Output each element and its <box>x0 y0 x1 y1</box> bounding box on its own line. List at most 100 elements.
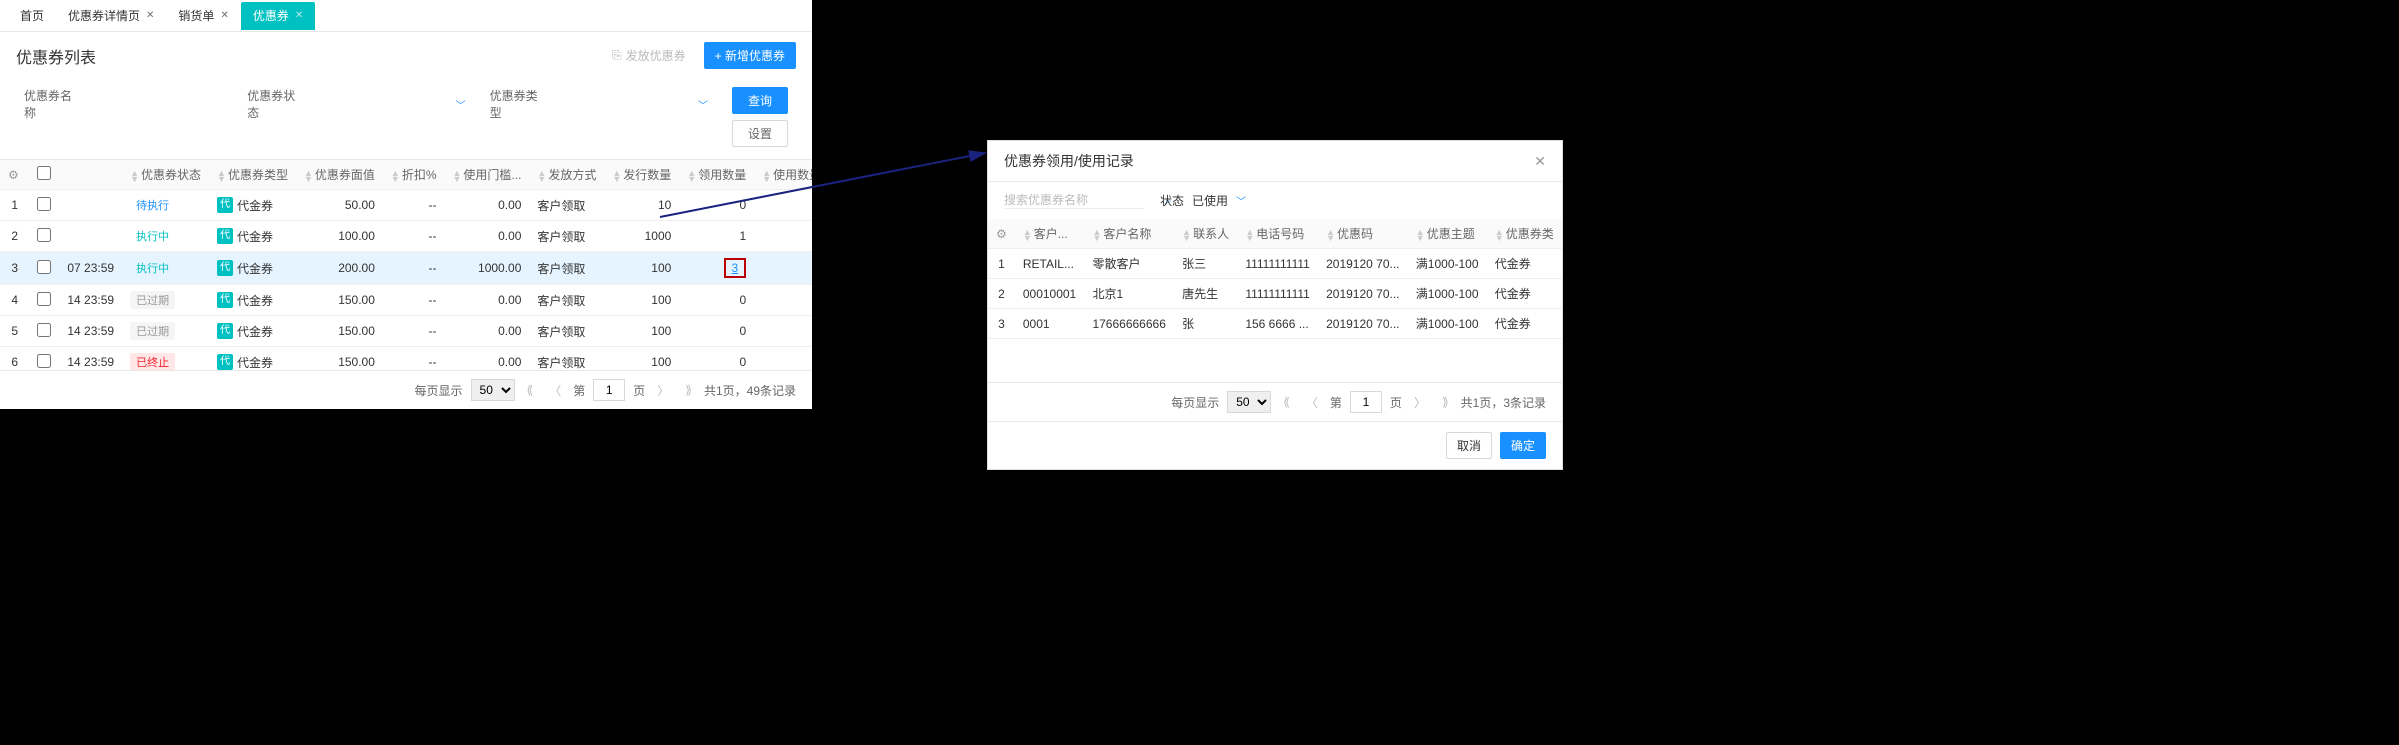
tab[interactable]: 优惠券 ✕ <box>241 2 315 30</box>
row-checkbox[interactable] <box>37 354 51 368</box>
coupon-type: 代代金券 <box>217 228 273 245</box>
filter-type-label: 优惠券类型 <box>490 87 547 121</box>
row-checkbox[interactable] <box>37 197 51 211</box>
modal-page-input[interactable] <box>1350 391 1382 413</box>
column-header[interactable]: ▲▼折扣% <box>383 160 445 190</box>
next-page-icon[interactable]: 〉 <box>1410 394 1430 411</box>
table-row[interactable]: 6 14 23:59 已终止 代代金券 150.00 -- 0.00 客户领取 … <box>0 347 812 371</box>
row-checkbox[interactable] <box>37 228 51 242</box>
last-page-icon[interactable]: ⟫ <box>1438 395 1453 409</box>
column-header[interactable]: ▲▼优惠主题 <box>1408 219 1487 249</box>
column-header[interactable]: ▲▼优惠券状态 <box>122 160 209 190</box>
coupon-list-panel: 首页优惠券详情页✕销货单✕优惠券✕ 优惠券列表 ⎘ 发放优惠券 + 新增优惠券 … <box>0 0 812 409</box>
coupon-type: 代代金券 <box>217 354 273 370</box>
prev-page-icon[interactable]: 〈 <box>545 382 565 399</box>
confirm-button[interactable]: 确定 <box>1500 432 1546 459</box>
usage-table: ⚙ ▲▼客户...▲▼客户名称▲▼联系人▲▼电话号码▲▼优惠码▲▼优惠主题▲▼优惠… <box>988 219 1562 339</box>
column-header[interactable] <box>59 160 122 190</box>
table-row[interactable]: 4 14 23:59 已过期 代代金券 150.00 -- 0.00 客户领取 … <box>0 285 812 316</box>
coupon-type: 代代金券 <box>217 197 273 214</box>
filters: 优惠券名称 优惠券状态 ﹀ 优惠券类型 ﹀ 查询 设置 <box>0 79 812 159</box>
status-badge: 已过期 <box>130 322 175 340</box>
prev-page-icon[interactable]: 〈 <box>1302 394 1322 411</box>
coupon-type: 代代金券 <box>217 292 273 309</box>
page-input[interactable] <box>593 379 625 401</box>
modal-search-box[interactable]: ⌕ <box>1004 193 1144 209</box>
chevron-down-icon: ﹀ <box>456 97 466 112</box>
coupon-table-wrap[interactable]: ⚙ ▲▼优惠券状态▲▼优惠券类型▲▼优惠券面值▲▼折扣%▲▼使用门槛...▲▼发放… <box>0 159 812 370</box>
usage-record-modal: 优惠券领用/使用记录 ✕ ⌕ 状态 已使用 ﹀ ⚙▲▼客户...▲▼客户名称▲▼… <box>987 140 1563 470</box>
modal-status-select[interactable]: 状态 已使用 ﹀ <box>1160 192 1246 209</box>
voucher-icon: 代 <box>217 292 233 308</box>
gear-icon[interactable]: ⚙ <box>8 168 19 182</box>
coupon-table: ⚙ ▲▼优惠券状态▲▼优惠券类型▲▼优惠券面值▲▼折扣%▲▼使用门槛...▲▼发放… <box>0 160 812 370</box>
tab[interactable]: 首页 <box>8 2 56 30</box>
column-header[interactable]: ⚙ <box>0 160 29 190</box>
column-header[interactable]: ▲▼联系人 <box>1174 219 1237 249</box>
column-header[interactable]: ▲▼使用数量 <box>754 160 812 190</box>
tab-label: 优惠券 <box>253 7 289 24</box>
table-row[interactable]: 1 RETAIL... 零散客户 张三 11111111111 2019120 … <box>988 249 1562 279</box>
voucher-icon: 代 <box>217 228 233 244</box>
search-button[interactable]: 查询 <box>732 87 788 114</box>
row-checkbox[interactable] <box>37 323 51 337</box>
tab-label: 首页 <box>20 7 44 24</box>
status-badge: 已过期 <box>130 291 175 309</box>
status-badge: 待执行 <box>130 196 175 214</box>
column-header[interactable]: ▲▼使用门槛... <box>444 160 529 190</box>
column-header[interactable] <box>29 160 59 190</box>
pager-summary: 共1页，49条记录 <box>704 382 796 399</box>
table-row[interactable]: 2 00010001 北京1 唐先生 11111111111 2019120 7… <box>988 279 1562 309</box>
column-header[interactable]: ▲▼客户名称 <box>1084 219 1174 249</box>
status-badge: 执行中 <box>130 259 175 277</box>
close-icon[interactable]: ✕ <box>295 10 303 21</box>
modal-search-input[interactable] <box>1004 193 1159 207</box>
table-row[interactable]: 3 07 23:59 执行中 代代金券 200.00 -- 1000.00 客户… <box>0 252 812 285</box>
gift-icon: ⎘ <box>612 48 622 63</box>
close-icon[interactable]: ✕ <box>220 10 228 21</box>
coupon-name-input[interactable] <box>83 92 223 116</box>
table-row[interactable]: 1 待执行 代代金券 50.00 -- 0.00 客户领取 10 0 0 ↗▦ <box>0 190 812 221</box>
close-icon[interactable]: ✕ <box>1534 153 1546 170</box>
first-page-icon[interactable]: ⟪ <box>523 383 538 397</box>
modal-status-value: 已使用 <box>1192 192 1228 209</box>
cancel-button[interactable]: 取消 <box>1446 432 1492 459</box>
column-header[interactable]: ▲▼优惠券面值 <box>296 160 383 190</box>
first-page-icon[interactable]: ⟪ <box>1279 395 1294 409</box>
setting-button[interactable]: 设置 <box>732 120 788 147</box>
tab[interactable]: 优惠券详情页✕ <box>56 2 166 30</box>
column-header[interactable]: ▲▼电话号码 <box>1237 219 1318 249</box>
claimed-count-link[interactable]: 3 <box>724 258 747 278</box>
column-header[interactable]: ▲▼领用数量 <box>679 160 754 190</box>
next-page-icon[interactable]: 〉 <box>653 382 673 399</box>
column-header[interactable]: ▲▼优惠券类 <box>1487 219 1562 249</box>
table-row[interactable]: 5 14 23:59 已过期 代代金券 150.00 -- 0.00 客户领取 … <box>0 316 812 347</box>
last-page-icon[interactable]: ⟫ <box>681 383 696 397</box>
coupon-type-select[interactable]: ﹀ <box>555 92 708 116</box>
chevron-down-icon: ﹀ <box>698 97 708 112</box>
gear-icon[interactable]: ⚙ <box>996 227 1007 241</box>
modal-pager: 每页显示 50 ⟪ 〈 第 页 〉 ⟫ 共1页，3条记录 <box>988 382 1562 421</box>
column-header[interactable]: ▲▼优惠券类型 <box>209 160 296 190</box>
column-header[interactable]: ▲▼发行数量 <box>604 160 679 190</box>
row-checkbox[interactable] <box>37 260 51 274</box>
tab[interactable]: 销货单✕ <box>166 2 240 30</box>
modal-per-page-select[interactable]: 50 <box>1227 391 1271 413</box>
coupon-status-select[interactable]: ﹀ <box>313 92 466 116</box>
coupon-type: 代代金券 <box>217 323 273 340</box>
select-all-checkbox[interactable] <box>37 166 51 180</box>
close-icon[interactable]: ✕ <box>146 10 154 21</box>
issue-coupon-button[interactable]: ⎘ 发放优惠券 <box>602 43 696 68</box>
column-header[interactable]: ▲▼发放方式 <box>529 160 604 190</box>
column-header[interactable]: ▲▼客户... <box>1015 219 1085 249</box>
table-row[interactable]: 3 0001 17666666666 张 156 6666 ... 201912… <box>988 309 1562 339</box>
per-page-label: 每页显示 <box>415 382 463 399</box>
coupon-type: 代代金券 <box>217 260 273 277</box>
chevron-down-icon: ﹀ <box>1236 193 1246 208</box>
column-header[interactable]: ▲▼优惠码 <box>1318 219 1408 249</box>
table-row[interactable]: 2 执行中 代代金券 100.00 -- 0.00 客户领取 1000 1 0 … <box>0 221 812 252</box>
column-header[interactable]: ⚙ <box>988 219 1015 249</box>
add-coupon-button[interactable]: + 新增优惠券 <box>704 42 796 69</box>
row-checkbox[interactable] <box>37 292 51 306</box>
per-page-select[interactable]: 50 <box>471 379 515 401</box>
